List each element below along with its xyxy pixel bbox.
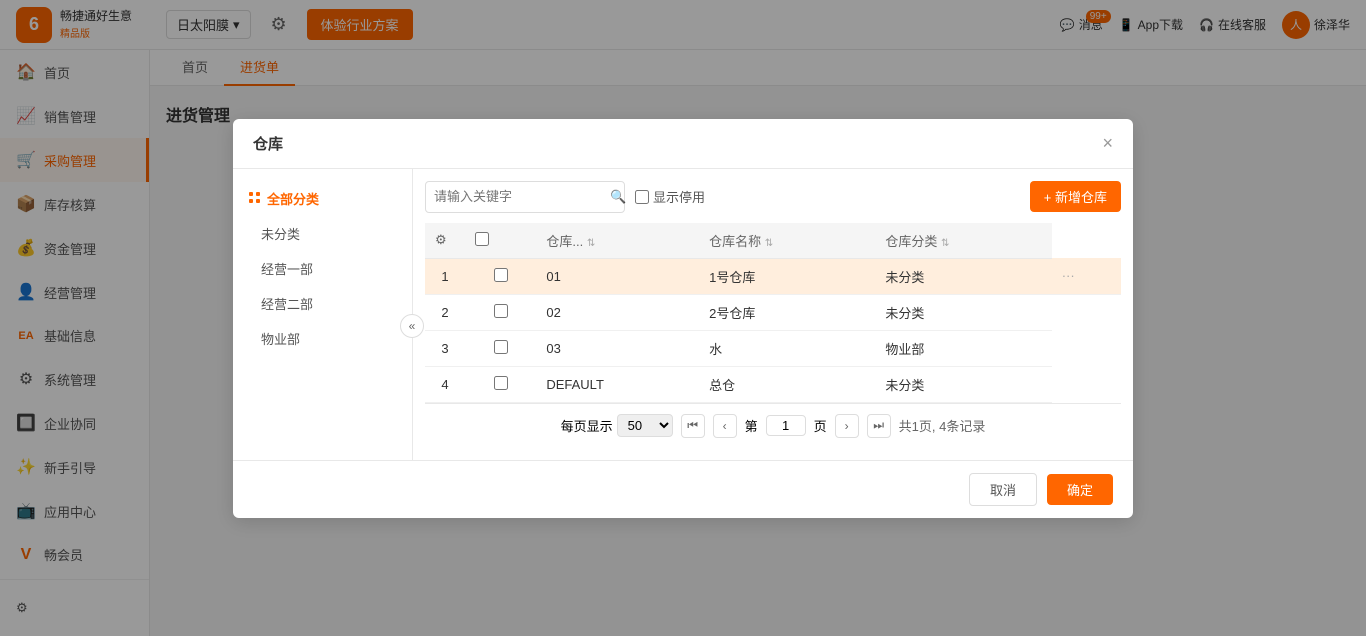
- category-property[interactable]: 物业部: [233, 321, 412, 356]
- modal-body: 全部分类 未分类 经营一部 经营二部 物业部 «: [233, 169, 1133, 460]
- row-checkbox[interactable]: [465, 330, 536, 366]
- new-warehouse-button[interactable]: + 新增仓库: [1030, 181, 1121, 212]
- category-unclassified[interactable]: 未分类: [233, 216, 412, 251]
- row-id: 02: [536, 294, 699, 330]
- search-input[interactable]: [434, 189, 610, 204]
- row-checkbox[interactable]: [465, 366, 536, 402]
- table-head: ⚙ 仓库... ⇅ 仓库名称 ⇅: [425, 223, 1121, 259]
- per-page-dropdown[interactable]: 50 20 100: [617, 414, 673, 437]
- warehouse-modal: 仓库 × 全部分类 未分类 经营一部 经营二部: [233, 119, 1133, 518]
- row-category: 未分类: [875, 294, 1051, 330]
- table-panel: 🔍 显示停用 + 新增仓库 ⚙: [413, 169, 1133, 460]
- row-checkbox[interactable]: [465, 294, 536, 330]
- table-row[interactable]: 1 01 1号仓库 未分类 ···: [425, 258, 1121, 294]
- table-toolbar: 🔍 显示停用 + 新增仓库: [425, 181, 1121, 213]
- col-checkbox: [465, 223, 536, 259]
- row-name: 1号仓库: [699, 258, 875, 294]
- row-category: 未分类: [875, 366, 1051, 402]
- confirm-button[interactable]: 确定: [1047, 474, 1113, 505]
- row-name: 2号仓库: [699, 294, 875, 330]
- category-panel: 全部分类 未分类 经营一部 经营二部 物业部 «: [233, 169, 413, 460]
- sort-icon-category: ⇅: [941, 238, 949, 249]
- search-box: 🔍: [425, 181, 625, 213]
- row-id: 01: [536, 258, 699, 294]
- show-disabled-label[interactable]: 显示停用: [635, 187, 705, 206]
- row-checkbox[interactable]: [465, 258, 536, 294]
- row-num: 4: [425, 366, 465, 402]
- per-page-label: 每页显示: [561, 416, 613, 435]
- row-id: 03: [536, 330, 699, 366]
- row-id: DEFAULT: [536, 366, 699, 402]
- grid-icon: [249, 192, 261, 204]
- sort-icon-name: ⇅: [765, 238, 773, 249]
- warehouse-table: ⚙ 仓库... ⇅ 仓库名称 ⇅: [425, 223, 1121, 403]
- table-row[interactable]: 3 03 水 物业部: [425, 330, 1121, 366]
- row-more[interactable]: ···: [1052, 258, 1121, 294]
- more-icon[interactable]: ···: [1062, 268, 1075, 283]
- table-body: 1 01 1号仓库 未分类 ··· 2 02 2号仓库 未分类 3 03 水 物…: [425, 258, 1121, 402]
- row-select-checkbox[interactable]: [494, 268, 508, 282]
- col-name: 仓库名称 ⇅: [699, 223, 875, 259]
- col-id: 仓库... ⇅: [536, 223, 699, 259]
- table-row[interactable]: 2 02 2号仓库 未分类: [425, 294, 1121, 330]
- row-select-checkbox[interactable]: [494, 376, 508, 390]
- next-page-button[interactable]: ›: [835, 414, 859, 438]
- row-category: 物业部: [875, 330, 1051, 366]
- all-category-label: 全部分类: [267, 189, 319, 208]
- row-num: 1: [425, 258, 465, 294]
- total-info: 共1页, 4条记录: [899, 416, 986, 435]
- row-name: 水: [699, 330, 875, 366]
- last-page-button[interactable]: ⏭: [867, 414, 891, 438]
- modal-overlay: 仓库 × 全部分类 未分类 经营一部 经营二部: [0, 0, 1366, 636]
- page-suffix: 页: [814, 416, 827, 435]
- modal-title: 仓库: [253, 133, 283, 154]
- sort-icon-id: ⇅: [587, 238, 595, 249]
- row-num: 3: [425, 330, 465, 366]
- row-select-checkbox[interactable]: [494, 304, 508, 318]
- cancel-button[interactable]: 取消: [969, 473, 1037, 506]
- col-category: 仓库分类 ⇅: [875, 223, 1051, 259]
- modal-header: 仓库 ×: [233, 119, 1133, 169]
- collapse-panel-button[interactable]: «: [400, 314, 424, 338]
- pagination: 每页显示 50 20 100 ⏮ ‹ 第 页 › ⏭ 共1页, 4条记录: [425, 403, 1121, 448]
- table-row[interactable]: 4 DEFAULT 总仓 未分类: [425, 366, 1121, 402]
- modal-close-button[interactable]: ×: [1102, 133, 1113, 154]
- modal-footer: 取消 确定: [233, 460, 1133, 518]
- row-num: 2: [425, 294, 465, 330]
- prev-page-button[interactable]: ‹: [713, 414, 737, 438]
- search-icon: 🔍: [610, 189, 626, 205]
- category-dept2[interactable]: 经营二部: [233, 286, 412, 321]
- page-size-select: 每页显示 50 20 100: [561, 414, 673, 437]
- page-label: 第: [745, 416, 758, 435]
- first-page-button[interactable]: ⏮: [681, 414, 705, 438]
- row-category: 未分类: [875, 258, 1051, 294]
- page-input[interactable]: [766, 415, 806, 436]
- col-gear: ⚙: [425, 223, 465, 259]
- select-all-checkbox[interactable]: [475, 232, 489, 246]
- row-name: 总仓: [699, 366, 875, 402]
- all-category-item[interactable]: 全部分类: [233, 181, 412, 216]
- row-select-checkbox[interactable]: [494, 340, 508, 354]
- show-disabled-checkbox[interactable]: [635, 190, 649, 204]
- category-dept1[interactable]: 经营一部: [233, 251, 412, 286]
